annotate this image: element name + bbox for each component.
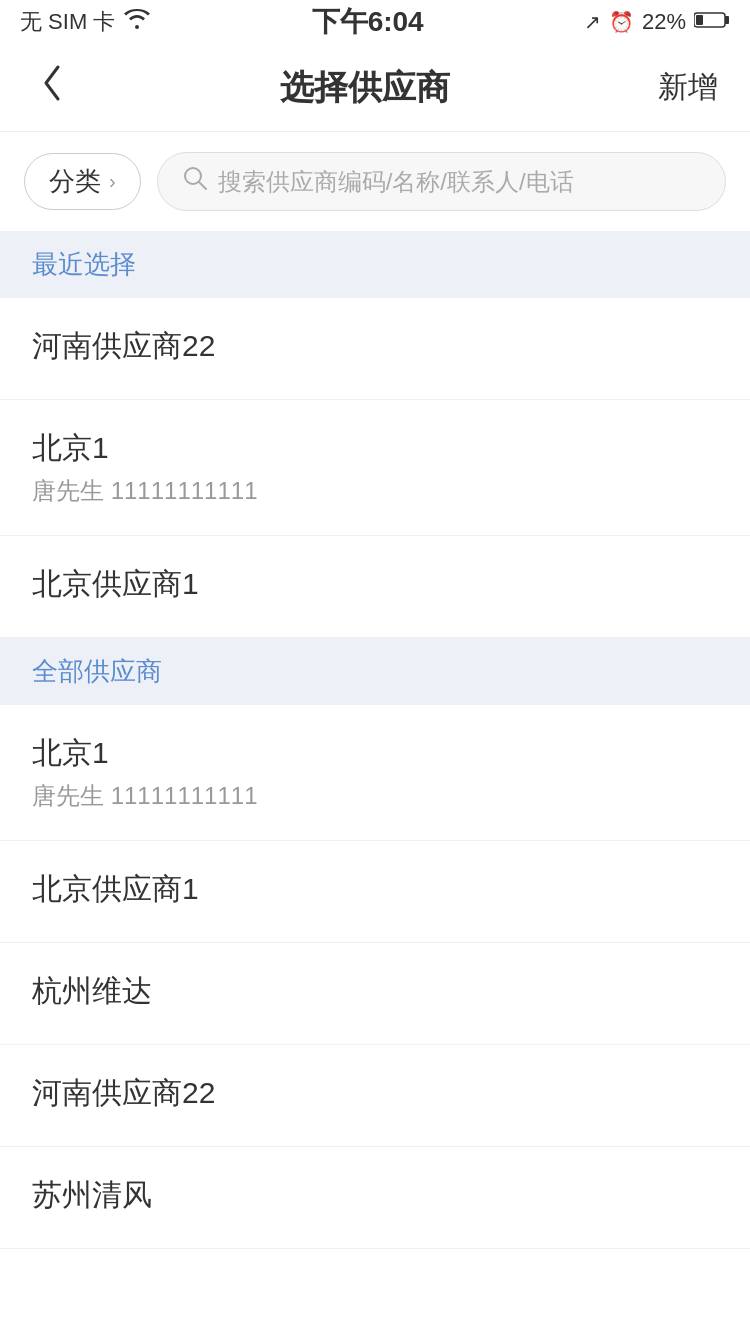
item-sub: 唐先生 11111111111 — [32, 475, 718, 507]
item-name: 北京1 — [32, 428, 718, 469]
all-section-header: 全部供应商 — [0, 638, 750, 705]
item-name: 北京供应商1 — [32, 564, 718, 605]
status-time: 下午6:04 — [312, 3, 424, 41]
item-name: 苏州清风 — [32, 1175, 718, 1216]
no-sim-label: 无 SIM 卡 — [20, 7, 115, 37]
list-item[interactable]: 北京1 唐先生 11111111111 — [0, 400, 750, 536]
status-bar: 无 SIM 卡 下午6:04 ↗ ⏰ 22% — [0, 0, 750, 44]
back-button[interactable] — [32, 55, 72, 120]
all-section-label: 全部供应商 — [32, 656, 162, 686]
nav-bar: 选择供应商 新增 — [0, 44, 750, 132]
list-item[interactable]: 北京1 唐先生 11111111111 — [0, 705, 750, 841]
recent-section-header: 最近选择 — [0, 231, 750, 298]
location-icon: ↗ — [584, 10, 601, 34]
list-item[interactable]: 河南供应商22 — [0, 298, 750, 400]
battery-label: 22% — [642, 9, 686, 35]
item-name: 北京1 — [32, 733, 718, 774]
status-left: 无 SIM 卡 — [20, 7, 151, 37]
recent-items-list: 河南供应商22 北京1 唐先生 11111111111 北京供应商1 — [0, 298, 750, 638]
chevron-right-icon: › — [109, 170, 116, 193]
svg-rect-1 — [725, 16, 729, 24]
item-name: 北京供应商1 — [32, 869, 718, 910]
filter-bar: 分类 › 搜索供应商编码/名称/联系人/电话 — [0, 132, 750, 231]
search-input-container[interactable]: 搜索供应商编码/名称/联系人/电话 — [157, 152, 726, 211]
item-name: 河南供应商22 — [32, 1073, 718, 1114]
item-sub: 唐先生 11111111111 — [32, 780, 718, 812]
category-button[interactable]: 分类 › — [24, 153, 141, 210]
search-placeholder-text: 搜索供应商编码/名称/联系人/电话 — [218, 166, 574, 198]
battery-icon — [694, 9, 730, 35]
item-name: 杭州维达 — [32, 971, 718, 1012]
list-item[interactable]: 北京供应商1 — [0, 841, 750, 943]
add-button[interactable]: 新增 — [658, 67, 718, 108]
list-item[interactable]: 北京供应商1 — [0, 536, 750, 638]
search-icon — [182, 165, 208, 198]
list-item[interactable]: 苏州清风 — [0, 1147, 750, 1249]
recent-section-label: 最近选择 — [32, 249, 136, 279]
wifi-icon — [123, 9, 151, 35]
item-name: 河南供应商22 — [32, 326, 718, 367]
status-right: ↗ ⏰ 22% — [584, 9, 730, 35]
category-label: 分类 — [49, 164, 101, 199]
svg-rect-2 — [696, 15, 703, 25]
list-item[interactable]: 河南供应商22 — [0, 1045, 750, 1147]
all-items-list: 北京1 唐先生 11111111111 北京供应商1 杭州维达 河南供应商22 … — [0, 705, 750, 1249]
alarm-icon: ⏰ — [609, 10, 634, 34]
page-title: 选择供应商 — [280, 65, 450, 111]
list-item[interactable]: 杭州维达 — [0, 943, 750, 1045]
